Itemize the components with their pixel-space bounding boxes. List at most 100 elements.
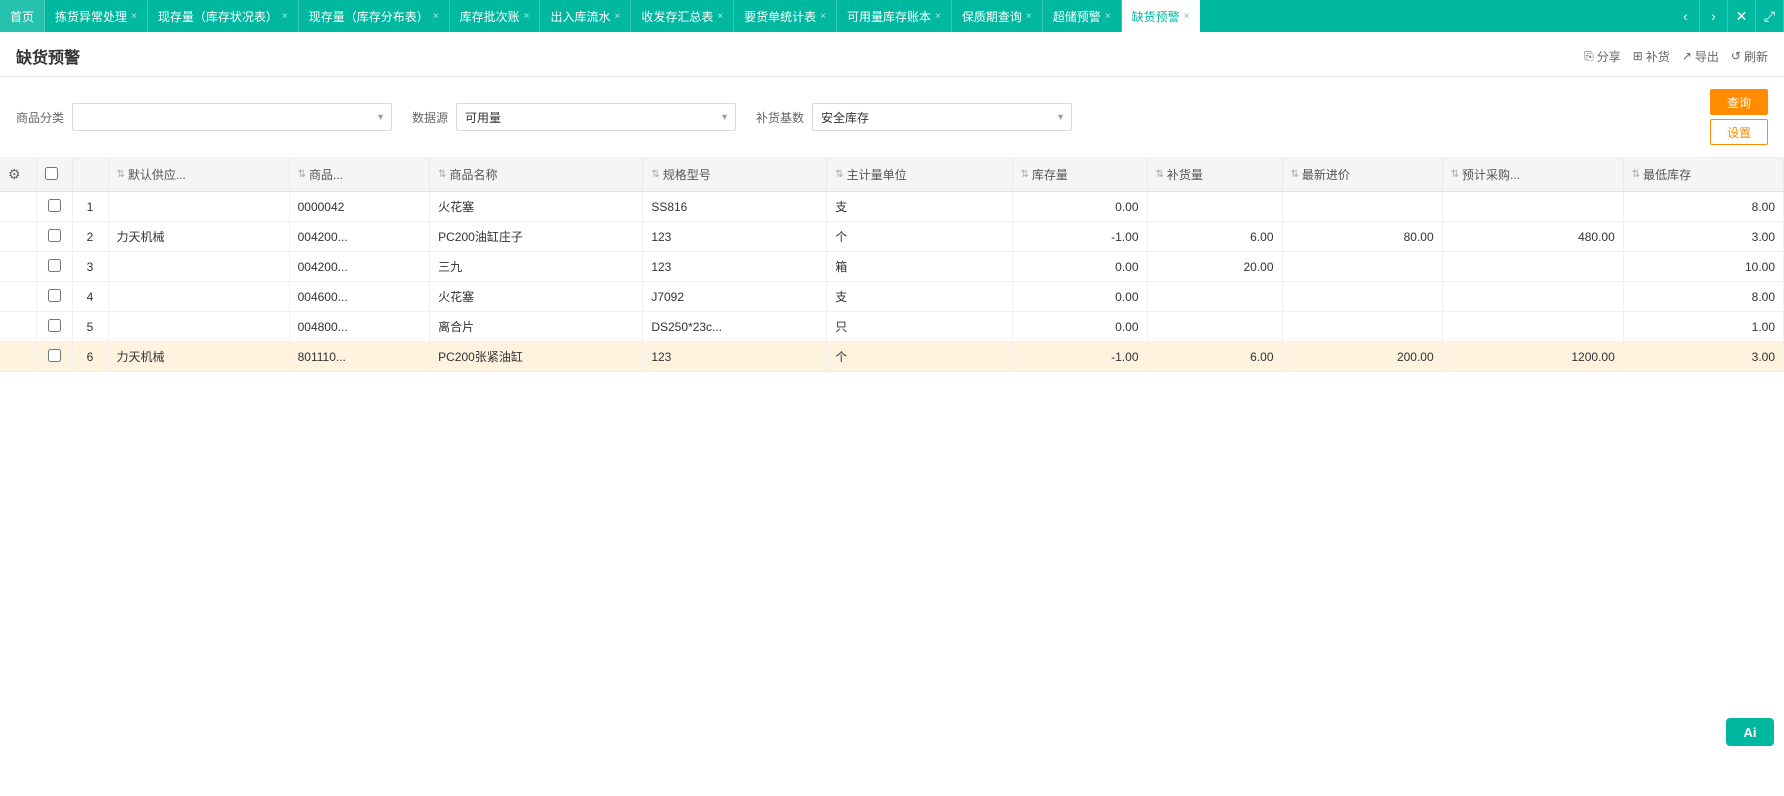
close-icon[interactable]: × bbox=[935, 11, 941, 22]
tab-overstock[interactable]: 超储预警 × bbox=[1043, 0, 1122, 32]
unit-sort-icon: ⇅ bbox=[835, 169, 843, 180]
restock-cell: 6.00 bbox=[1147, 222, 1282, 252]
supplier-cell: 力天机械 bbox=[108, 342, 289, 372]
datasource-select-value: 可用量 bbox=[465, 109, 501, 126]
tab-inventory-status[interactable]: 现存量（库存状况表） × bbox=[148, 0, 299, 32]
row-checkbox[interactable] bbox=[48, 349, 61, 362]
settings-button[interactable]: 设置 bbox=[1710, 119, 1768, 145]
code-sort-icon: ⇅ bbox=[298, 169, 306, 180]
close-icon[interactable]: × bbox=[433, 11, 439, 22]
tab-home[interactable]: 首页 bbox=[0, 0, 45, 32]
tab-available-ledger[interactable]: 可用量库存账本 × bbox=[837, 0, 952, 32]
tab-batch-account[interactable]: 库存批次账 × bbox=[450, 0, 541, 32]
select-all-checkbox[interactable] bbox=[45, 167, 58, 180]
header-actions: ⎘ 分享 ⊞ 补货 ↗ 导出 ↺ 刷新 bbox=[1584, 48, 1768, 65]
tab-order-stats[interactable]: 要货单统计表 × bbox=[734, 0, 837, 32]
export-button[interactable]: ↗ 导出 bbox=[1682, 48, 1719, 65]
supplier-cell bbox=[108, 282, 289, 312]
code-cell: 801110... bbox=[289, 342, 430, 372]
est-purchase-col-header[interactable]: ⇅ 预计采购... bbox=[1442, 158, 1623, 192]
latest-price-cell bbox=[1282, 312, 1442, 342]
spec-cell: SS816 bbox=[643, 192, 827, 222]
stock-sort-icon: ⇅ bbox=[1021, 169, 1029, 180]
table-row: 3 004200... 三九 123 箱 0.00 20.00 10.00 bbox=[0, 252, 1784, 282]
supplier-sort-icon: ⇅ bbox=[117, 169, 125, 180]
row-number-cell: 5 bbox=[72, 312, 108, 342]
filter-group-datasource: 数据源 可用量 ▾ bbox=[412, 103, 736, 131]
tab-expiry[interactable]: 保质期查询 × bbox=[952, 0, 1043, 32]
nav-close-button[interactable]: ✕ bbox=[1728, 0, 1756, 32]
row-settings-cell bbox=[0, 312, 36, 342]
tab-flow[interactable]: 出入库流水 × bbox=[540, 0, 631, 32]
tab-inventory-dist[interactable]: 现存量（库存分布表） × bbox=[299, 0, 450, 32]
restock-button[interactable]: ⊞ 补货 bbox=[1633, 48, 1670, 65]
row-checkbox-cell bbox=[36, 192, 72, 222]
latest-price-cell bbox=[1282, 282, 1442, 312]
chevron-down-icon: ▾ bbox=[1058, 112, 1063, 123]
share-button[interactable]: ⎘ 分享 bbox=[1584, 48, 1621, 65]
ai-button[interactable]: Ai bbox=[1726, 718, 1774, 746]
stock-col-header[interactable]: ⇅ 库存量 bbox=[1012, 158, 1147, 192]
latest-price-cell: 200.00 bbox=[1282, 342, 1442, 372]
chevron-down-icon: ▾ bbox=[722, 112, 727, 123]
refresh-icon: ↺ bbox=[1731, 49, 1741, 63]
restock-col-header[interactable]: ⇅ 补货量 bbox=[1147, 158, 1282, 192]
latest-price-col-header[interactable]: ⇅ 最新进价 bbox=[1282, 158, 1442, 192]
category-select[interactable]: ▾ bbox=[72, 103, 392, 131]
restock-base-select[interactable]: 安全库存 ▾ bbox=[812, 103, 1072, 131]
row-checkbox[interactable] bbox=[48, 199, 61, 212]
code-col-header[interactable]: ⇅ 商品... bbox=[289, 158, 430, 192]
row-checkbox-cell bbox=[36, 342, 72, 372]
nav-expand-button[interactable]: ⤢ bbox=[1756, 0, 1784, 32]
nav-next-button[interactable]: › bbox=[1700, 0, 1728, 32]
name-col-header[interactable]: ⇅ 商品名称 bbox=[430, 158, 643, 192]
row-checkbox[interactable] bbox=[48, 289, 61, 302]
code-cell: 004800... bbox=[289, 312, 430, 342]
close-icon[interactable]: × bbox=[1184, 11, 1190, 22]
datasource-select[interactable]: 可用量 ▾ bbox=[456, 103, 736, 131]
refresh-button[interactable]: ↺ 刷新 bbox=[1731, 48, 1768, 65]
row-checkbox[interactable] bbox=[48, 319, 61, 332]
unit-cell: 箱 bbox=[827, 252, 1012, 282]
column-settings-icon[interactable]: ⚙ bbox=[8, 166, 21, 182]
restock-cell: 20.00 bbox=[1147, 252, 1282, 282]
unit-cell: 个 bbox=[827, 342, 1012, 372]
unit-cell: 支 bbox=[827, 192, 1012, 222]
unit-cell: 支 bbox=[827, 282, 1012, 312]
spec-col-header[interactable]: ⇅ 规格型号 bbox=[643, 158, 827, 192]
supplier-col-header[interactable]: ⇅ 默认供应... bbox=[108, 158, 289, 192]
restock-cell bbox=[1147, 312, 1282, 342]
close-icon[interactable]: × bbox=[717, 11, 723, 22]
close-icon[interactable]: × bbox=[1105, 11, 1111, 22]
est-purchase-cell bbox=[1442, 192, 1623, 222]
supplier-cell bbox=[108, 252, 289, 282]
tab-summary[interactable]: 收发存汇总表 × bbox=[631, 0, 734, 32]
supplier-cell: 力天机械 bbox=[108, 222, 289, 252]
close-icon[interactable]: × bbox=[524, 11, 530, 22]
min-stock-cell: 10.00 bbox=[1623, 252, 1783, 282]
filter-group-restock-base: 补货基数 安全库存 ▾ bbox=[756, 103, 1072, 131]
row-number-cell: 1 bbox=[72, 192, 108, 222]
unit-col-header[interactable]: ⇅ 主计量单位 bbox=[827, 158, 1012, 192]
restock-base-select-value: 安全库存 bbox=[821, 109, 869, 126]
settings-col-header: ⚙ bbox=[0, 158, 36, 192]
table-row: 5 004800... 离合片 DS250*23c... 只 0.00 1.00 bbox=[0, 312, 1784, 342]
min-stock-col-header[interactable]: ⇅ 最低库存 bbox=[1623, 158, 1783, 192]
spec-cell: 123 bbox=[643, 222, 827, 252]
close-icon[interactable]: × bbox=[131, 11, 137, 22]
row-checkbox-cell bbox=[36, 312, 72, 342]
nav-prev-button[interactable]: ‹ bbox=[1672, 0, 1700, 32]
code-cell: 004200... bbox=[289, 252, 430, 282]
close-icon[interactable]: × bbox=[1026, 11, 1032, 22]
row-checkbox[interactable] bbox=[48, 229, 61, 242]
tab-picking[interactable]: 拣货异常处理 × bbox=[45, 0, 148, 32]
query-button[interactable]: 查询 bbox=[1710, 89, 1768, 115]
close-icon[interactable]: × bbox=[282, 11, 288, 22]
spec-cell: 123 bbox=[643, 342, 827, 372]
code-cell: 004200... bbox=[289, 222, 430, 252]
close-icon[interactable]: × bbox=[820, 11, 826, 22]
row-checkbox[interactable] bbox=[48, 259, 61, 272]
tab-shortage[interactable]: 缺货预警 × bbox=[1122, 0, 1201, 32]
close-icon[interactable]: × bbox=[614, 11, 620, 22]
share-icon: ⎘ bbox=[1584, 49, 1594, 64]
